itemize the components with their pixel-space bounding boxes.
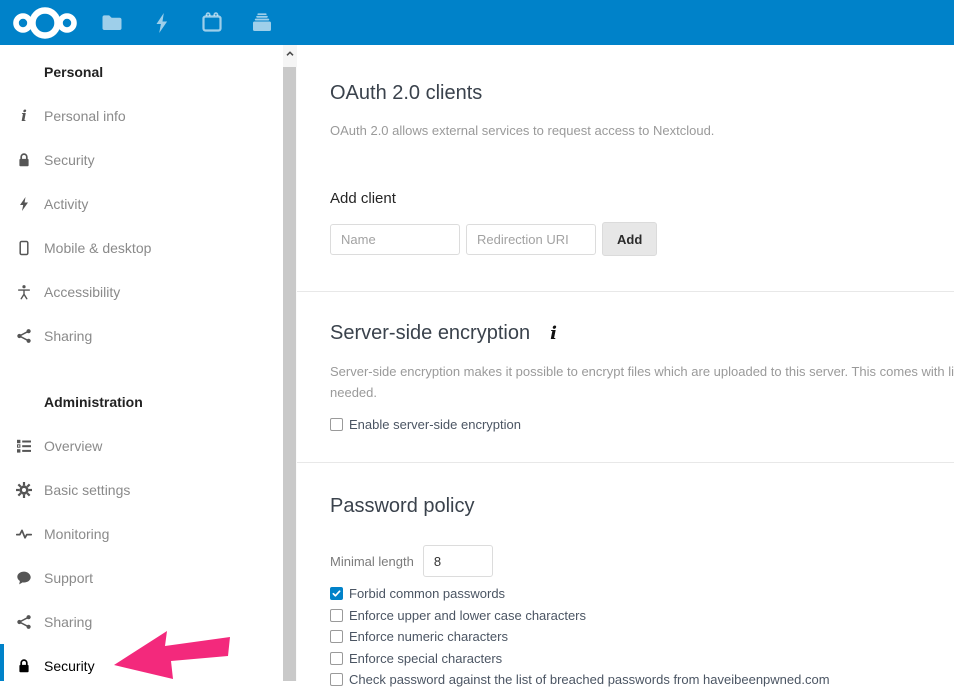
scrollbar-thumb[interactable] (283, 67, 296, 681)
sidebar-item-label: Sharing (44, 614, 92, 630)
sidebar-item-accessibility[interactable]: Accessibility (0, 270, 283, 314)
sidebar-item-label: Mobile & desktop (44, 240, 151, 256)
sidebar-item-label: Support (44, 570, 93, 586)
scroll-up-button[interactable] (283, 45, 297, 67)
sidebar-scrollbar[interactable] (283, 45, 297, 681)
checkbox-unchecked[interactable] (330, 630, 343, 643)
oauth-section-title: OAuth 2.0 clients (330, 82, 954, 105)
top-header-bar (0, 0, 954, 45)
sidebar-item-sharing[interactable]: Sharing (0, 600, 283, 644)
password-policy-options: Forbid common passwords Enforce upper and… (330, 586, 954, 687)
checkbox-unchecked[interactable] (330, 609, 343, 622)
add-client-label: Add client (330, 190, 954, 207)
oauth-description: OAuth 2.0 allows external services to re… (330, 120, 954, 141)
enable-encryption-checkbox-row[interactable]: Enable server-side encryption (330, 417, 954, 432)
sidebar-item-label: Sharing (44, 328, 92, 344)
app-button-stack-icon[interactable] (250, 11, 274, 35)
checkbox-label: Check password against the list of breac… (349, 672, 830, 687)
app-menu (100, 11, 300, 35)
checkbox-label: Enforce upper and lower case characters (349, 608, 586, 623)
password-policy-checkbox-row[interactable]: Check password against the list of breac… (330, 672, 954, 687)
password-policy-checkbox-row[interactable]: Forbid common passwords (330, 586, 954, 601)
gear-icon (16, 482, 32, 498)
info-icon: i (16, 108, 32, 124)
checkbox-unchecked[interactable] (330, 418, 343, 431)
accessibility-icon (16, 284, 32, 300)
minimal-length-input[interactable] (423, 545, 493, 577)
phone-icon (16, 240, 32, 256)
sidebar-item-monitoring[interactable]: Monitoring (0, 512, 283, 556)
checkbox-unchecked[interactable] (330, 652, 343, 665)
checkbox-label: Enforce special characters (349, 651, 502, 666)
sidebar-item-label: Security (44, 658, 95, 674)
sidebar-item-security[interactable]: Security (0, 138, 283, 182)
sidebar-item-label: Overview (44, 438, 102, 454)
add-client-row: Add (330, 222, 954, 256)
minimal-length-label: Minimal length (330, 554, 414, 569)
checkbox-label: Forbid common passwords (349, 586, 505, 601)
oauth-section: OAuth 2.0 clients OAuth 2.0 allows exter… (297, 45, 954, 291)
sidebar-item-mobile-desktop[interactable]: Mobile & desktop (0, 226, 283, 270)
encryption-description: Server-side encryption makes it possible… (330, 361, 954, 403)
client-name-input[interactable] (330, 224, 460, 255)
checkbox-label: Enforce numeric characters (349, 629, 508, 644)
sidebar-item-label: Accessibility (44, 284, 120, 300)
checkbox-unchecked[interactable] (330, 673, 343, 686)
encryption-section: Server-side encryption i Server-side encr… (297, 292, 954, 462)
settings-content: OAuth 2.0 clients OAuth 2.0 allows exter… (297, 45, 954, 694)
minimal-length-row: Minimal length (330, 545, 954, 577)
password-policy-checkbox-row[interactable]: Enforce upper and lower case characters (330, 608, 954, 623)
sidebar-item-label: Security (44, 152, 95, 168)
settings-sidebar: Personal i Personal info Security Activity Mo… (0, 45, 283, 681)
password-policy-section: Password policy Minimal length Forbid co… (297, 463, 954, 687)
enable-encryption-label: Enable server-side encryption (349, 417, 521, 432)
list-icon (16, 438, 32, 454)
sidebar-item-label: Personal info (44, 108, 126, 124)
share-icon (16, 614, 32, 630)
sidebar-item-label: Activity (44, 196, 88, 212)
password-policy-title: Password policy (330, 495, 954, 518)
sidebar-item-label: Monitoring (44, 526, 109, 542)
checkbox-checked[interactable] (330, 587, 343, 600)
sidebar-heading-personal: Personal (0, 50, 283, 94)
add-client-button[interactable]: Add (602, 222, 657, 256)
lock-icon (16, 152, 32, 168)
encryption-section-title: Server-side encryption (330, 322, 530, 344)
password-policy-checkbox-row[interactable]: Enforce numeric characters (330, 629, 954, 644)
nextcloud-logo[interactable] (13, 5, 77, 41)
app-button-calendar-icon[interactable] (200, 11, 224, 35)
share-icon (16, 328, 32, 344)
app-button-folder-icon[interactable] (100, 11, 124, 35)
lock-icon (16, 658, 32, 674)
sidebar-item-activity[interactable]: Activity (0, 182, 283, 226)
sidebar-item-basic-settings[interactable]: Basic settings (0, 468, 283, 512)
info-icon[interactable]: i (550, 323, 557, 344)
sidebar-item-sharing[interactable]: Sharing (0, 314, 283, 358)
sidebar-item-overview[interactable]: Overview (0, 424, 283, 468)
sidebar-item-personal-info[interactable]: i Personal info (0, 94, 283, 138)
sidebar-item-security[interactable]: Security (0, 644, 283, 681)
sidebar-item-label: Basic settings (44, 482, 130, 498)
lightning-icon (16, 196, 32, 212)
speech-bubble-icon (16, 570, 32, 586)
sidebar-heading-administration: Administration (0, 380, 283, 424)
sidebar-item-support[interactable]: Support (0, 556, 283, 600)
password-policy-checkbox-row[interactable]: Enforce special characters (330, 651, 954, 666)
redirect-uri-input[interactable] (466, 224, 596, 255)
pulse-icon (16, 526, 32, 542)
app-button-lightning-icon[interactable] (150, 11, 174, 35)
chevron-up-icon (284, 47, 296, 65)
